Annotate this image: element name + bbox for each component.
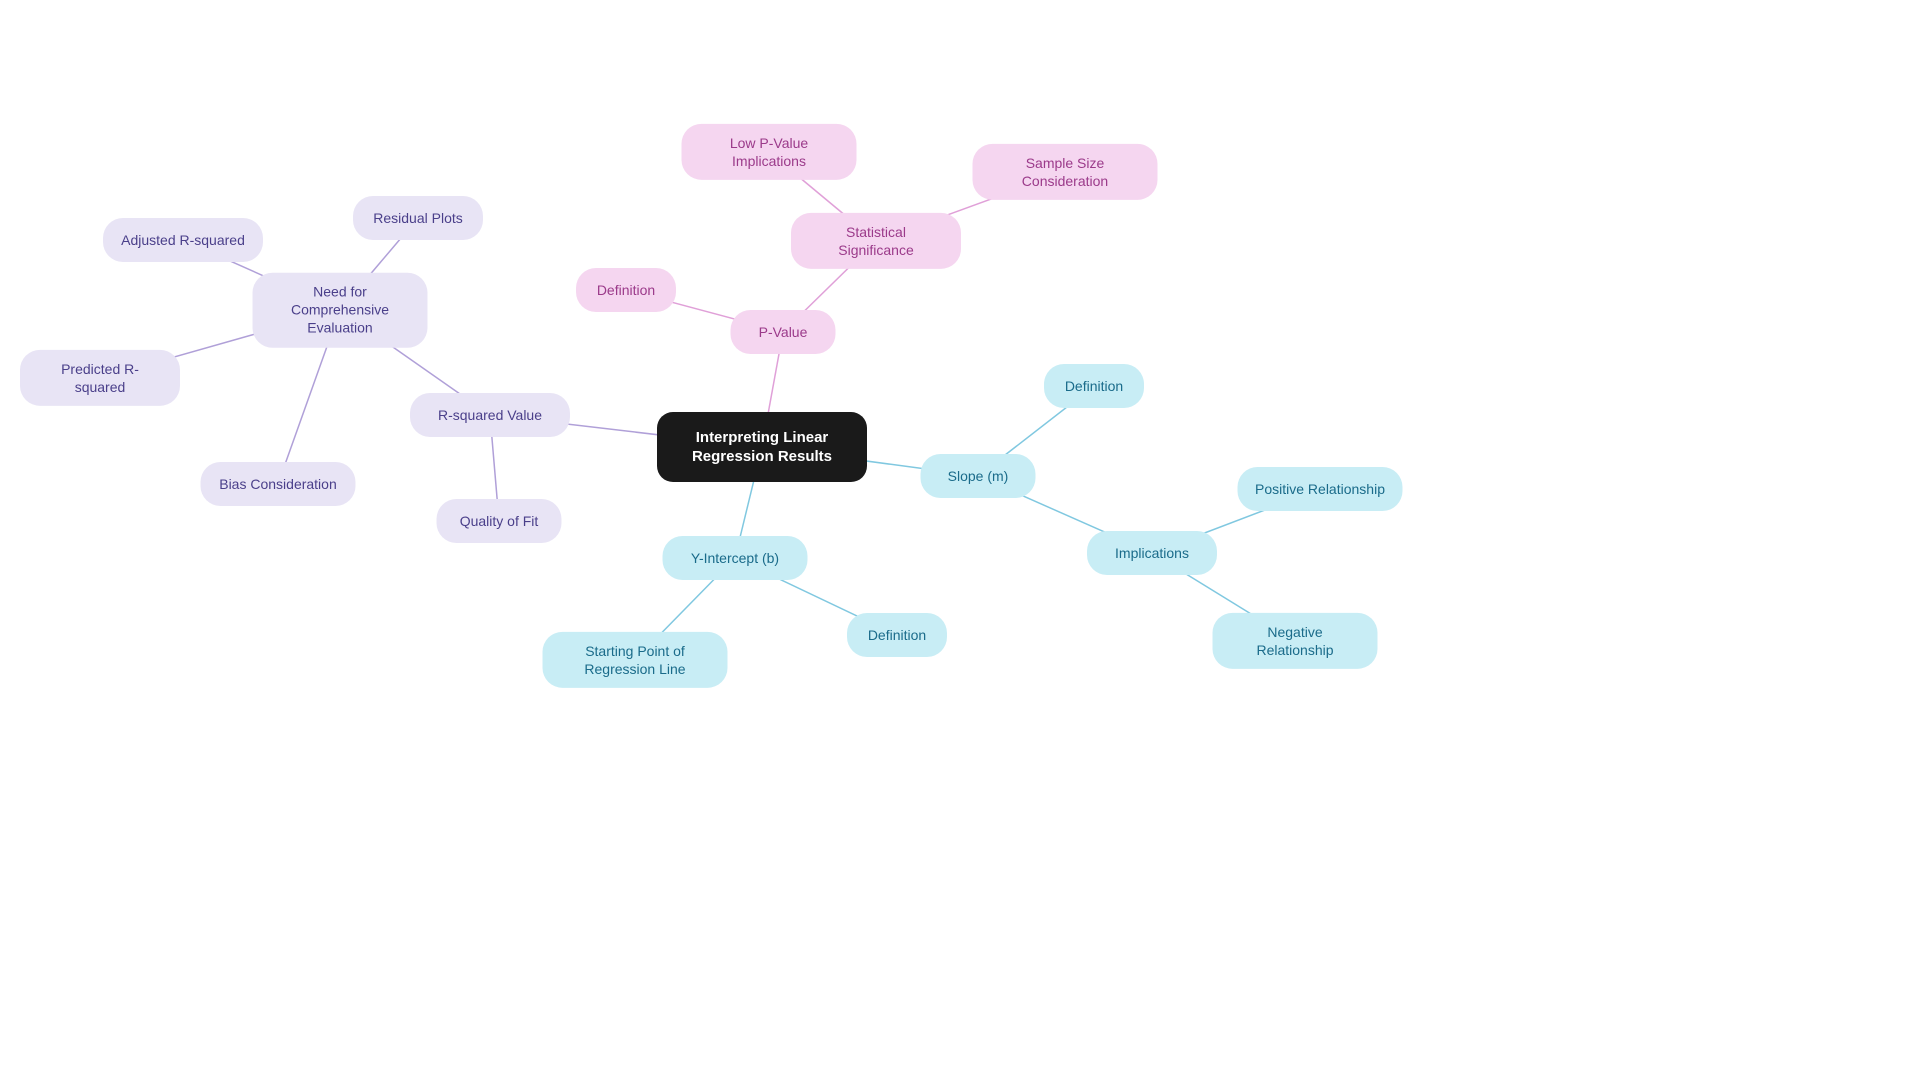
node-bias_consideration[interactable]: Bias Consideration [201,462,356,506]
node-residual_plots[interactable]: Residual Plots [353,196,483,240]
node-y_intercept[interactable]: Y-Intercept (b) [663,536,808,580]
node-r_squared[interactable]: R-squared Value [410,393,570,437]
node-definition_yint[interactable]: Definition [847,613,947,657]
node-need_comprehensive[interactable]: Need for Comprehensive Evaluation [253,273,428,348]
node-sample_size[interactable]: Sample Size Consideration [973,144,1158,200]
node-slope[interactable]: Slope (m) [921,454,1036,498]
node-definition_slope[interactable]: Definition [1044,364,1144,408]
node-starting_point[interactable]: Starting Point of Regression Line [543,632,728,688]
node-center[interactable]: Interpreting Linear Regression Results [657,412,867,482]
mindmap-container: Interpreting Linear Regression Results R-… [0,0,1920,1083]
node-predicted_r[interactable]: Predicted R-squared [20,350,180,406]
node-negative_rel[interactable]: Negative Relationship [1213,613,1378,669]
node-quality_of_fit[interactable]: Quality of Fit [437,499,562,543]
node-adjusted_r[interactable]: Adjusted R-squared [103,218,263,262]
node-positive_rel[interactable]: Positive Relationship [1238,467,1403,511]
node-p_value[interactable]: P-Value [731,310,836,354]
node-stat_significance[interactable]: Statistical Significance [791,213,961,269]
connections-svg [0,0,1920,1083]
node-implications[interactable]: Implications [1087,531,1217,575]
node-definition_pval[interactable]: Definition [576,268,676,312]
node-low_pval[interactable]: Low P-Value Implications [682,124,857,180]
